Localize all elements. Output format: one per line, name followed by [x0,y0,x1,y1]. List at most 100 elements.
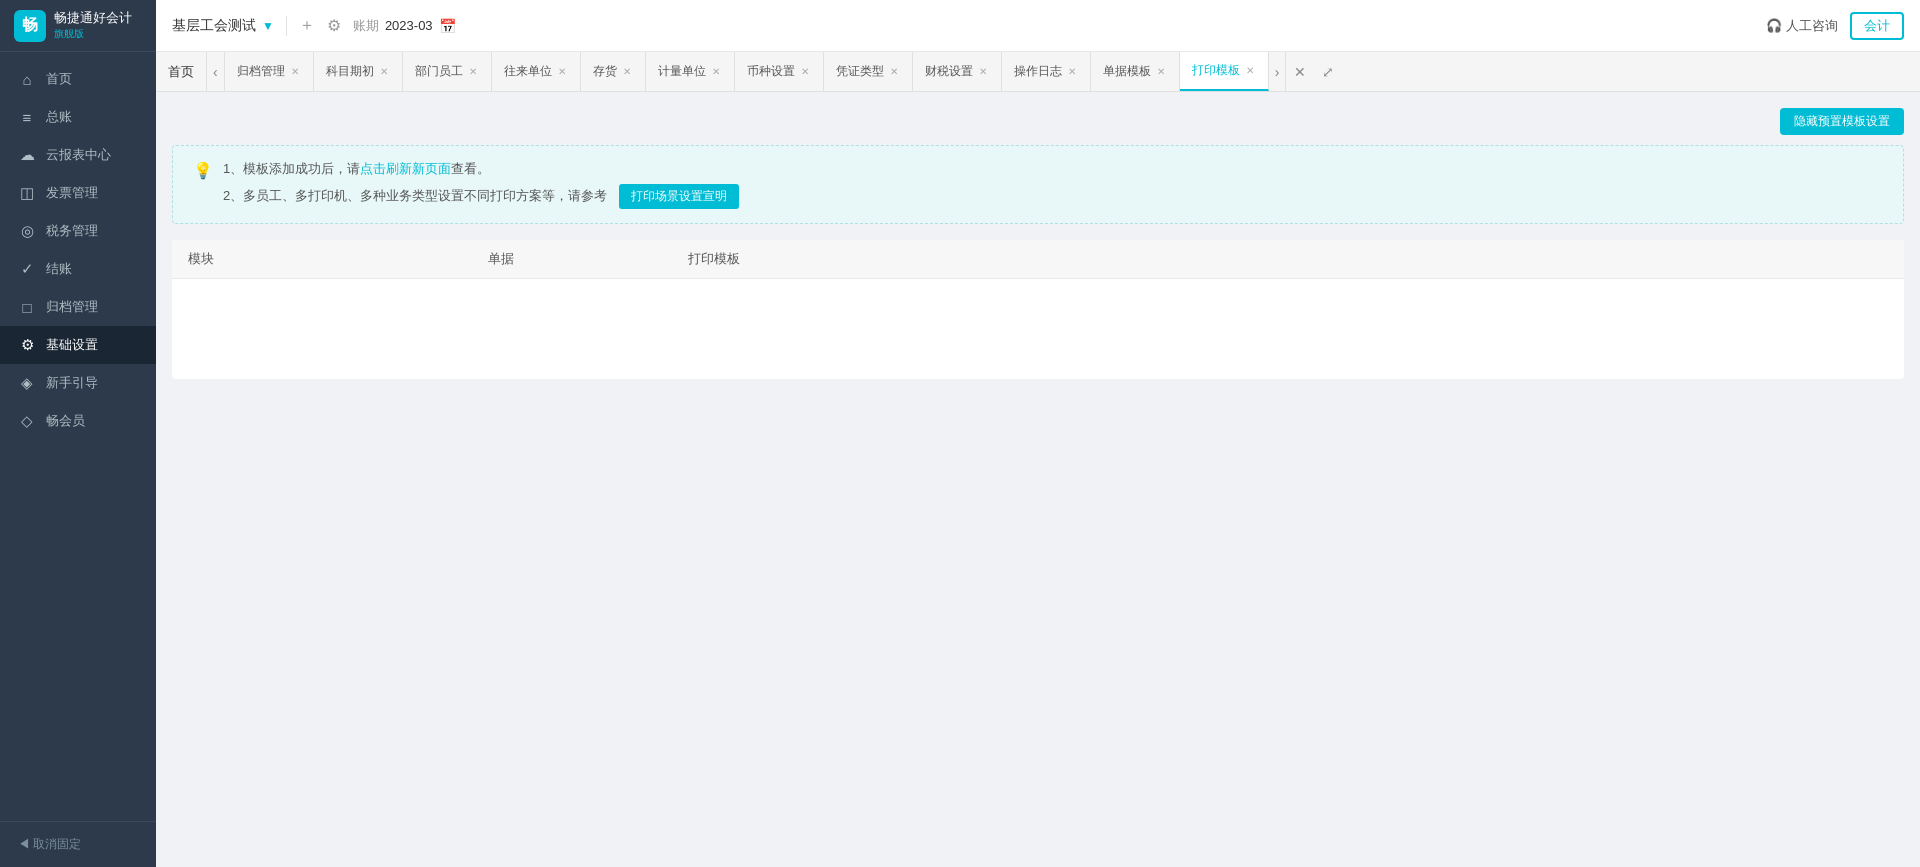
period-info: 账期 2023-03 📅 [353,17,456,35]
notice-lines: 1、模板添加成功后，请点击刷新新页面查看。 2、多员工、多打印机、多种业务类型设… [223,160,739,209]
sidebar-item-archive[interactable]: □ 归档管理 [0,288,156,326]
table-header: 模块 单据 打印模板 [172,240,1904,279]
calendar-icon[interactable]: 📅 [439,18,456,34]
notice-line1-prefix: 1、模板添加成功后，请 [223,161,360,176]
customer-service-label: 人工咨询 [1786,17,1838,35]
sidebar-item-settle[interactable]: ✓ 结账 [0,250,156,288]
tab-label-voucher-template: 单据模板 [1103,63,1151,80]
app-logo: 畅 畅捷通好会计 旗舰版 [0,0,156,52]
archive-icon: □ [18,299,36,316]
sidebar-item-basic[interactable]: ⚙ 基础设置 [0,326,156,364]
header-right: 🎧 人工咨询 会计 [1766,12,1904,40]
tab-close-voucher-template[interactable]: ✕ [1155,65,1167,78]
tab-close-currency[interactable]: ✕ [799,65,811,78]
table-body [172,279,1904,379]
notice-line-1: 1、模板添加成功后，请点击刷新新页面查看。 [223,160,739,178]
unpin-label: ◀ 取消固定 [18,836,81,853]
tab-close-tax-settings[interactable]: ✕ [977,65,989,78]
headset-icon: 🎧 [1766,18,1782,33]
notice-line-2: 2、多员工、多打印机、多种业务类型设置不同打印方案等，请参考 打印场景设置宣明 [223,184,739,209]
main-area: 基层工会测试 ▼ ＋ ⚙ 账期 2023-03 📅 🎧 人工咨询 会计 首页 ‹… [156,0,1920,867]
sidebar-item-member[interactable]: ◇ 畅会员 [0,402,156,440]
tab-close-unit[interactable]: ✕ [710,65,722,78]
tab-label-home: 首页 [168,63,194,81]
tab-close-archive[interactable]: ✕ [289,65,301,78]
sidebar-nav: ⌂ 首页 ≡ 总账 ☁ 云报表中心 ◫ 发票管理 ◎ 税务管理 ✓ 结账 □ 归… [0,52,156,821]
tab-department[interactable]: 部门员工 ✕ [403,52,492,91]
customer-service-button[interactable]: 🎧 人工咨询 [1766,17,1838,35]
notice-line1-suffix: 查看。 [451,161,490,176]
notice-refresh-link[interactable]: 点击刷新新页面 [360,161,451,176]
tab-partner[interactable]: 往来单位 ✕ [492,52,581,91]
print-scene-button[interactable]: 打印场景设置宣明 [619,184,739,209]
company-name: 基层工会测试 [172,17,256,35]
tab-label-partner: 往来单位 [504,63,552,80]
tab-close-inventory[interactable]: ✕ [621,65,633,78]
tab-scroll-left[interactable]: ‹ [207,52,225,91]
hide-template-area: 隐藏预置模板设置 [172,108,1904,135]
reports-icon: ☁ [18,146,36,164]
logo-icon: 畅 [14,10,46,42]
tab-voucher-type[interactable]: 凭证类型 ✕ [824,52,913,91]
header-divider-1 [286,16,287,36]
tax-icon: ◎ [18,222,36,240]
sidebar-label-member: 畅会员 [46,412,85,430]
unpin-button[interactable]: ◀ 取消固定 [0,821,156,867]
sidebar-label-archive: 归档管理 [46,298,98,316]
tab-close-partner[interactable]: ✕ [556,65,568,78]
col-header-voucher: 单据 [472,250,672,268]
sidebar-label-ledger: 总账 [46,108,72,126]
tab-archive[interactable]: 归档管理 ✕ [225,52,314,91]
account-button[interactable]: 会计 [1850,12,1904,40]
tab-unit[interactable]: 计量单位 ✕ [646,52,735,91]
tab-close-operation-log[interactable]: ✕ [1066,65,1078,78]
tab-label-operation-log: 操作日志 [1014,63,1062,80]
ledger-icon: ≡ [18,109,36,126]
sidebar-label-tax: 税务管理 [46,222,98,240]
sidebar-item-home[interactable]: ⌂ 首页 [0,60,156,98]
sidebar-label-basic: 基础设置 [46,336,98,354]
notice-bulb-icon: 💡 [193,161,213,180]
tab-print-template[interactable]: 打印模板 ✕ [1180,52,1269,91]
tab-label-archive: 归档管理 [237,63,285,80]
basic-icon: ⚙ [18,336,36,354]
sidebar-item-guide[interactable]: ◈ 新手引导 [0,364,156,402]
app-subtitle: 旗舰版 [54,27,132,41]
notice-line2-prefix: 2、多员工、多打印机、多种业务类型设置不同打印方案等，请参考 [223,188,607,203]
tab-label-voucher-type: 凭证类型 [836,63,884,80]
tab-close-print-template[interactable]: ✕ [1244,64,1256,77]
tab-home[interactable]: 首页 [156,52,207,91]
tab-period[interactable]: 科目期初 ✕ [314,52,403,91]
invoice-icon: ◫ [18,184,36,202]
tab-close-voucher-type[interactable]: ✕ [888,65,900,78]
settings-button[interactable]: ⚙ [327,16,341,35]
tab-voucher-template[interactable]: 单据模板 ✕ [1091,52,1180,91]
period-label: 账期 [353,17,379,35]
guide-icon: ◈ [18,374,36,392]
member-icon: ◇ [18,412,36,430]
sidebar-item-reports[interactable]: ☁ 云报表中心 [0,136,156,174]
period-value: 2023-03 [385,18,433,33]
tab-label-currency: 币种设置 [747,63,795,80]
tab-scroll-right[interactable]: › [1269,52,1287,91]
settle-icon: ✓ [18,260,36,278]
tab-close-department[interactable]: ✕ [467,65,479,78]
tab-expand-button[interactable]: ⤢ [1314,52,1342,91]
tab-close-all-button[interactable]: ✕ [1286,52,1314,91]
add-tab-button[interactable]: ＋ [299,15,315,36]
tab-close-period[interactable]: ✕ [378,65,390,78]
hide-template-button[interactable]: 隐藏预置模板设置 [1780,108,1904,135]
sidebar-label-settle: 结账 [46,260,72,278]
tab-label-tax-settings: 财税设置 [925,63,973,80]
sidebar-item-ledger[interactable]: ≡ 总账 [0,98,156,136]
tab-label-department: 部门员工 [415,63,463,80]
tab-tax-settings[interactable]: 财税设置 ✕ [913,52,1002,91]
tab-inventory[interactable]: 存货 ✕ [581,52,646,91]
sidebar-item-invoice[interactable]: ◫ 发票管理 [0,174,156,212]
tab-operation-log[interactable]: 操作日志 ✕ [1002,52,1091,91]
sidebar-item-tax[interactable]: ◎ 税务管理 [0,212,156,250]
col-header-module: 模块 [172,250,472,268]
company-selector[interactable]: 基层工会测试 ▼ [172,17,274,35]
company-dropdown-icon: ▼ [262,19,274,33]
tab-currency[interactable]: 币种设置 ✕ [735,52,824,91]
